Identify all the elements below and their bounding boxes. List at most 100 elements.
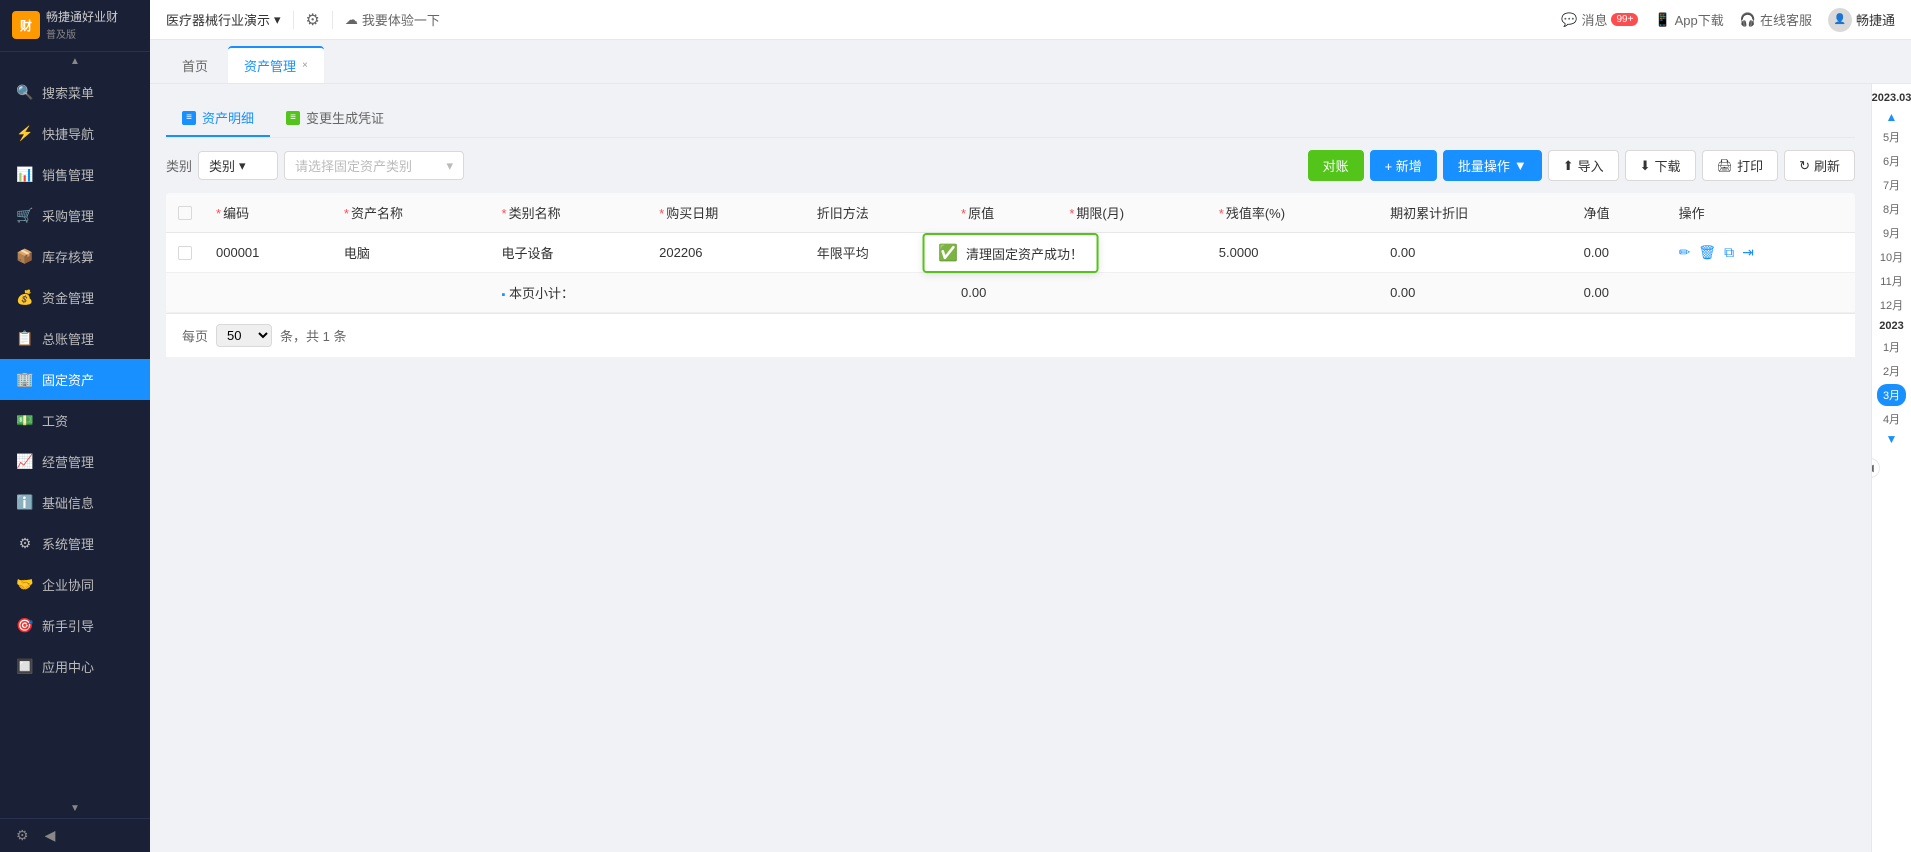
cal-month-6月[interactable]: 6月 — [1877, 150, 1906, 172]
panel-toggle[interactable]: ◀ — [1871, 458, 1880, 478]
online-service-button[interactable]: 🎧 在线客服 — [1740, 10, 1812, 29]
edit-icon[interactable]: ✏ — [1679, 244, 1691, 261]
sidebar-item-funds[interactable]: 💰 资金管理 — [0, 277, 150, 318]
topbar-right: 💬 消息 99+ 📱 App下载 🎧 在线客服 👤 畅捷通 — [1561, 8, 1895, 32]
messages-button[interactable]: 💬 消息 99+ — [1561, 10, 1638, 29]
right-panel: ◀ 2023.03 ▲ 5月6月7月8月9月10月11月12月20231月2月3… — [1871, 84, 1911, 852]
sidebar-item-enterprise[interactable]: 🤝 企业协同 — [0, 564, 150, 605]
per-page-select[interactable]: 50 10 20 100 — [216, 324, 272, 347]
content-main: ≡ 资产明细 ≡ 变更生成凭证 类别 类别 ▾ 请选择固定资产类别 ▾ — [150, 84, 1871, 852]
subtotal-label: 本页小计： — [509, 286, 574, 301]
sidebar-item-guide[interactable]: 🎯 新手引导 — [0, 605, 150, 646]
cal-month-7月[interactable]: 7月 — [1877, 174, 1906, 196]
row-code: 000001 — [204, 233, 332, 273]
select-all-checkbox[interactable] — [178, 206, 192, 220]
settings-bottom-icon[interactable]: ⚙ — [16, 827, 29, 844]
app-download-label: App下载 — [1675, 10, 1724, 29]
cal-month-12月[interactable]: 12月 — [1877, 294, 1906, 316]
cal-month-3月[interactable]: 3月 — [1877, 384, 1906, 406]
download-button[interactable]: ⬇ 下载 — [1625, 150, 1696, 181]
subtab-asset-detail[interactable]: ≡ 资产明细 — [166, 100, 270, 137]
row-net-value: 0.00 — [1572, 233, 1667, 273]
copy-icon[interactable]: ⧉ — [1724, 244, 1734, 261]
category-type-select[interactable]: 类别 ▾ — [198, 151, 278, 180]
sidebar-item-system[interactable]: ⚙ 系统管理 — [0, 523, 150, 564]
filter-category-label: 类别 — [166, 156, 192, 175]
row-actions: ✏ 🗑 ⧉ ⇥ — [1667, 233, 1855, 273]
batch-arrow: ▼ — [1514, 158, 1527, 173]
sales-label: 销售管理 — [42, 165, 94, 184]
subtotal-initial: 0.00 — [1378, 273, 1572, 313]
subtotal-row: ▪ 本页小计： 0.00 0.00 0.00 — [166, 273, 1855, 313]
content-area: ≡ 资产明细 ≡ 变更生成凭证 类别 类别 ▾ 请选择固定资产类别 ▾ — [150, 84, 1911, 852]
company-name: 医疗器械行业演示 — [166, 10, 270, 29]
table-header-row: *编码 *资产名称 *类别名称 *购买日期 折旧方法 *原值 *期限(月) *残… — [166, 193, 1855, 233]
cal-month-8月[interactable]: 8月 — [1877, 198, 1906, 220]
payroll-label: 工资 — [42, 411, 68, 430]
sidebar-item-sales[interactable]: 📊 销售管理 — [0, 154, 150, 195]
success-message: 清理固定资产成功！ — [966, 244, 1083, 263]
sidebar-item-inventory[interactable]: 📦 库存核算 — [0, 236, 150, 277]
tab-home[interactable]: 首页 — [166, 48, 224, 83]
sidebar-item-search[interactable]: 🔍 搜索菜单 — [0, 72, 150, 113]
print-button[interactable]: 🖨 打印 — [1702, 150, 1779, 181]
sidebar-item-quick-nav[interactable]: ⚡ 快捷导航 — [0, 113, 150, 154]
system-label: 系统管理 — [42, 534, 94, 553]
more-icon[interactable]: ⇥ — [1742, 244, 1754, 261]
calendar-scroll-down[interactable]: ▼ — [1884, 430, 1900, 448]
refresh-button[interactable]: ↻ 刷新 — [1784, 150, 1855, 181]
cal-month-1月[interactable]: 1月 — [1877, 336, 1906, 358]
new-button[interactable]: + 新增 — [1370, 150, 1437, 181]
cal-month-2月[interactable]: 2月 — [1877, 360, 1906, 382]
th-initial-accumulated: 期初累计折旧 — [1378, 193, 1572, 233]
calendar-scroll-up[interactable]: ▲ — [1884, 108, 1900, 126]
funds-icon: 💰 — [16, 289, 34, 306]
reconcile-button[interactable]: 对账 — [1308, 150, 1364, 181]
app-download-button[interactable]: 📱 App下载 — [1654, 10, 1723, 29]
topbar-settings-icon[interactable]: ⚙ — [306, 10, 320, 30]
sidebar: 财 畅捷通好业财 普及版 ▲ 🔍 搜索菜单 ⚡ 快捷导航 📊 销售管理 🛒 采购… — [0, 0, 150, 852]
th-name: *资产名称 — [332, 193, 490, 233]
sidebar-item-operations[interactable]: 📈 经营管理 — [0, 441, 150, 482]
subtab-icon-asset-detail: ≡ — [182, 111, 196, 125]
cal-month-9月[interactable]: 9月 — [1877, 222, 1906, 244]
sidebar-scroll-up[interactable]: ▲ — [0, 52, 150, 72]
quick-nav-label: 快捷导航 — [42, 124, 94, 143]
sidebar-item-ledger[interactable]: 📋 总账管理 — [0, 318, 150, 359]
cal-month-4月[interactable]: 4月 — [1877, 408, 1906, 430]
cal-month-10月[interactable]: 10月 — [1877, 246, 1906, 268]
tab-asset-mgmt[interactable]: 资产管理× — [228, 46, 324, 83]
sidebar-item-purchase[interactable]: 🛒 采购管理 — [0, 195, 150, 236]
sidebar-item-basic-info[interactable]: ℹ️ 基础信息 — [0, 482, 150, 523]
batch-label: 批量操作 — [1458, 156, 1510, 175]
sidebar-item-payroll[interactable]: 💵 工资 — [0, 400, 150, 441]
user-profile[interactable]: 👤 畅捷通 — [1828, 8, 1895, 32]
calendar-year-header: 2023.03 — [1872, 88, 1911, 108]
subtotal-empty2 — [204, 273, 332, 313]
company-dropdown-icon: ▾ — [274, 12, 281, 28]
export-icon: ⬆ — [1563, 158, 1574, 174]
export-label: 导入 — [1578, 156, 1604, 175]
sidebar-scroll-down[interactable]: ▼ — [0, 798, 150, 818]
tab-label-home: 首页 — [182, 56, 208, 75]
download-icon: ⬇ — [1640, 158, 1651, 174]
tab-close-asset-mgmt[interactable]: × — [302, 60, 308, 71]
subtab-change-voucher[interactable]: ≡ 变更生成凭证 — [270, 100, 400, 137]
batch-button[interactable]: 批量操作 ▼ — [1443, 150, 1542, 181]
th-depreciation-method: 折旧方法 — [805, 193, 949, 233]
category-type-value: 类别 — [209, 156, 235, 175]
cal-month-11月[interactable]: 11月 — [1877, 270, 1906, 292]
category-select[interactable]: 请选择固定资产类别 ▾ — [284, 151, 464, 180]
collapse-icon[interactable]: ◀ — [45, 827, 56, 844]
experience-button[interactable]: ☁ 我要体验一下 — [345, 10, 440, 29]
cal-month-5月[interactable]: 5月 — [1877, 126, 1906, 148]
filter-group: 类别 类别 ▾ 请选择固定资产类别 ▾ — [166, 151, 464, 180]
sidebar-item-app-center[interactable]: 🔲 应用中心 — [0, 646, 150, 687]
basic-info-icon: ℹ️ — [16, 494, 34, 511]
topbar-divider2 — [332, 11, 333, 29]
company-selector[interactable]: 医疗器械行业演示 ▾ — [166, 10, 281, 29]
export-button[interactable]: ⬆ 导入 — [1548, 150, 1619, 181]
delete-icon[interactable]: 🗑 — [1698, 244, 1716, 261]
sidebar-item-fixed-assets[interactable]: 🏢 固定资产 — [0, 359, 150, 400]
row-checkbox[interactable] — [178, 246, 192, 260]
